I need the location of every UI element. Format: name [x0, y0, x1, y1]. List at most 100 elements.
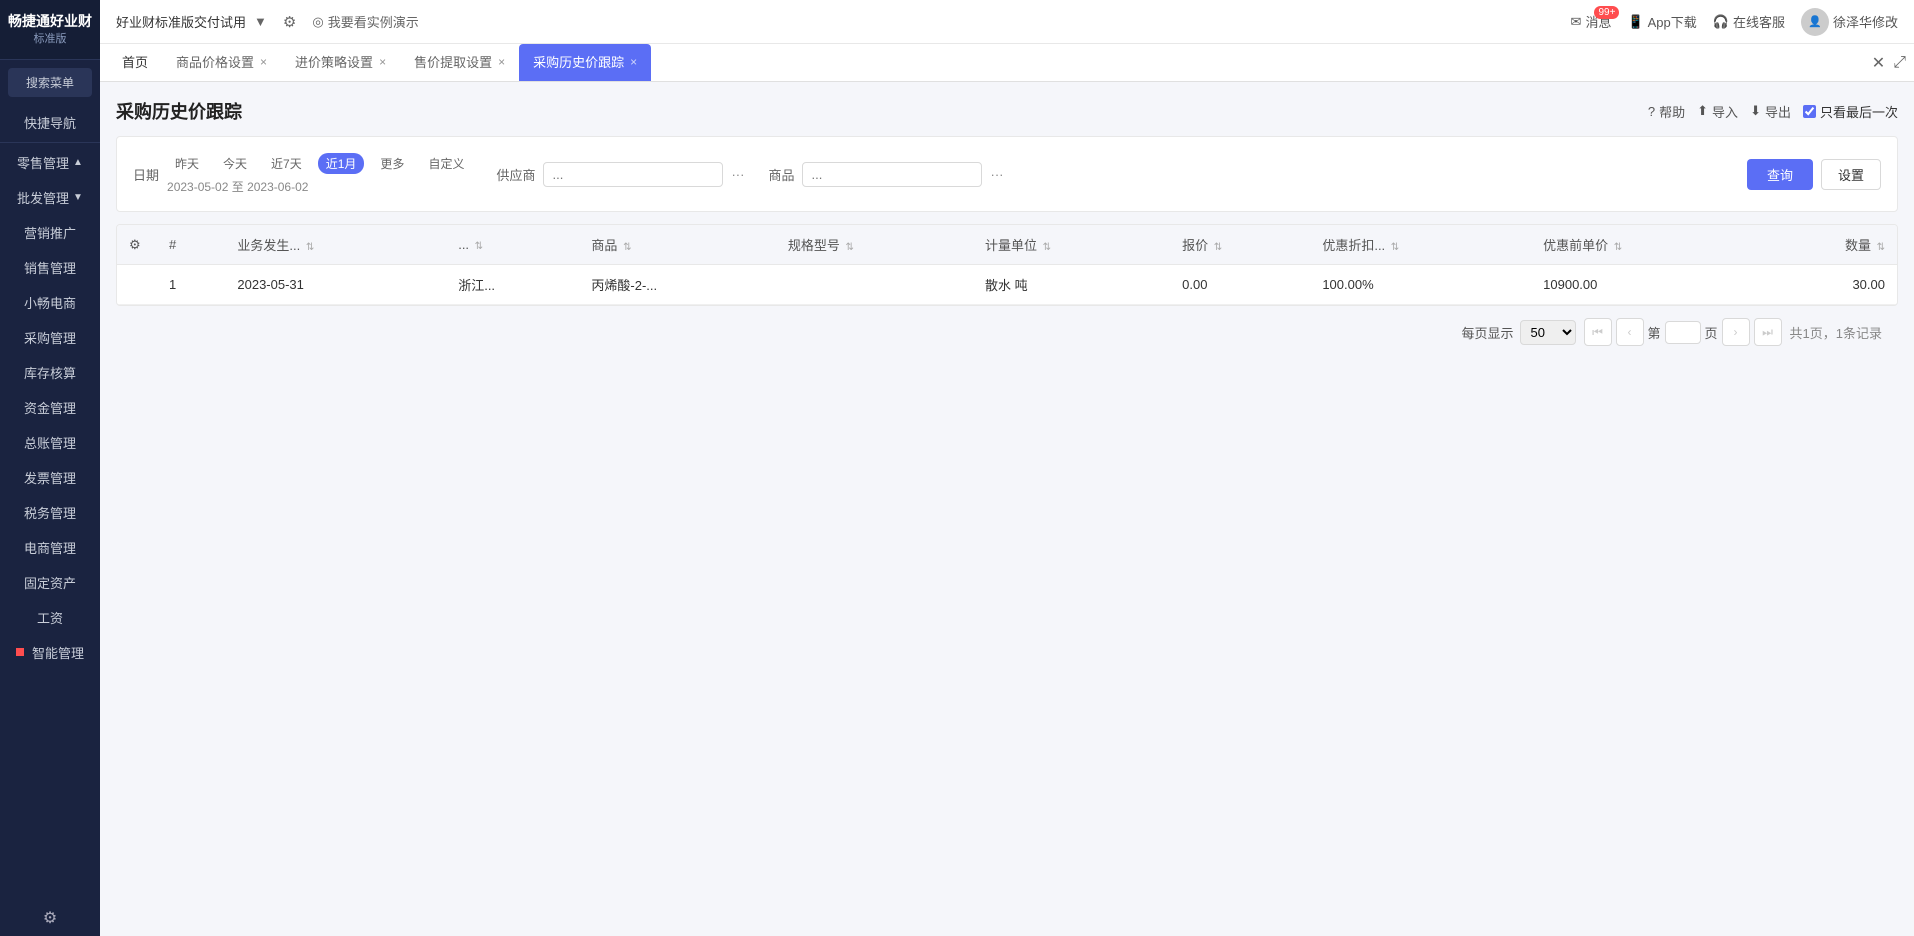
content-area: 采购历史价跟踪 ? 帮助 ⬆ 导入 ⬇ 导出 只看最后一次: [100, 82, 1914, 936]
sidebar-item-marketing[interactable]: 营销推广: [0, 215, 100, 250]
sidebar-item-ledger[interactable]: 总账管理: [0, 425, 100, 460]
import-button[interactable]: ⬆ 导入: [1697, 102, 1738, 121]
sort-pre-price-icon[interactable]: ⇅: [1614, 242, 1622, 253]
sort-date-icon[interactable]: ⇅: [306, 242, 314, 253]
app-download-label: App下载: [1648, 12, 1697, 31]
user-menu[interactable]: 👤 徐泽华修改: [1801, 8, 1898, 36]
date-buttons-row: 昨天 今天 近7天 近1月 更多 自定义: [167, 153, 472, 174]
sidebar-item-ec[interactable]: 电商管理: [0, 530, 100, 565]
message-button[interactable]: ✉ 消息 99+: [1571, 12, 1612, 31]
sidebar-item-retail[interactable]: 零售管理 ▲: [0, 145, 100, 180]
last-only-checkbox[interactable]: [1803, 105, 1816, 118]
sidebar-item-wholesale[interactable]: 批发管理 ▼: [0, 180, 100, 215]
th-more[interactable]: ... ⇅: [446, 225, 579, 265]
settings-icon[interactable]: ⚙: [43, 910, 57, 927]
sidebar-item-tax[interactable]: 税务管理: [0, 495, 100, 530]
first-page-button[interactable]: ⏮: [1584, 318, 1612, 346]
date-btn-more[interactable]: 更多: [372, 153, 412, 174]
search-menu-button[interactable]: 搜索菜单: [8, 68, 92, 97]
sidebar-item-purchase[interactable]: 采购管理: [0, 320, 100, 355]
th-date[interactable]: 业务发生... ⇅: [225, 225, 446, 265]
version-selector[interactable]: 好业财标准版交付试用 ▼: [116, 12, 267, 31]
tab-history-price-close-icon[interactable]: ×: [630, 55, 637, 69]
date-btn-last7[interactable]: 近7天: [263, 153, 310, 174]
th-settings[interactable]: ⚙: [117, 225, 157, 265]
help-icon: ?: [1648, 104, 1655, 119]
sidebar-item-smart[interactable]: 智能管理: [0, 635, 100, 670]
sort-unit-icon[interactable]: ⇅: [1043, 242, 1051, 253]
sales-label: 销售管理: [24, 258, 76, 277]
tab-close-all-icon[interactable]: ✕: [1872, 53, 1885, 73]
sort-quantity-icon[interactable]: ⇅: [1877, 242, 1885, 253]
export-button[interactable]: ⬇ 导出: [1750, 102, 1791, 121]
prev-page-button[interactable]: ‹: [1616, 318, 1644, 346]
sidebar-search-area[interactable]: 搜索菜单: [0, 60, 100, 105]
sort-price-icon[interactable]: ⇅: [1214, 242, 1222, 253]
sort-spec-icon[interactable]: ⇅: [846, 242, 854, 253]
supplier-more-icon[interactable]: ···: [731, 167, 744, 182]
sidebar-item-assets[interactable]: 固定资产: [0, 565, 100, 600]
app-logo: 畅捷通好业财 标准版: [0, 0, 100, 60]
page-unit: 页: [1705, 323, 1718, 342]
goods-input[interactable]: [802, 162, 982, 187]
next-page-button[interactable]: ›: [1722, 318, 1750, 346]
tab-sale-price[interactable]: 售价提取设置 ×: [400, 44, 519, 81]
sidebar-item-finance[interactable]: 资金管理: [0, 390, 100, 425]
ledger-label: 总账管理: [24, 433, 76, 452]
last-page-button[interactable]: ⏭: [1754, 318, 1782, 346]
tab-home[interactable]: 首页: [108, 44, 162, 81]
sort-more-icon[interactable]: ⇅: [475, 241, 483, 252]
tab-history-price-label: 采购历史价跟踪: [533, 52, 624, 71]
th-spec[interactable]: 规格型号 ⇅: [776, 225, 973, 265]
sidebar-item-quick-nav[interactable]: 快捷导航: [0, 105, 100, 140]
query-button[interactable]: 查询: [1747, 159, 1813, 190]
td-quantity: 30.00: [1757, 265, 1897, 305]
last-only-checkbox-label[interactable]: 只看最后一次: [1803, 102, 1898, 121]
th-quantity[interactable]: 数量 ⇅: [1757, 225, 1897, 265]
date-btn-custom[interactable]: 自定义: [420, 153, 472, 174]
th-discount[interactable]: 优惠折扣... ⇅: [1310, 225, 1531, 265]
invoice-label: 发票管理: [24, 468, 76, 487]
topbar-settings-icon[interactable]: ⚙: [283, 13, 296, 31]
tab-purchase-strategy[interactable]: 进价策略设置 ×: [281, 44, 400, 81]
inventory-label: 库存核算: [24, 363, 76, 382]
sidebar-item-inventory[interactable]: 库存核算: [0, 355, 100, 390]
tab-sale-price-close-icon[interactable]: ×: [498, 55, 505, 69]
page-title: 采购历史价跟踪: [116, 98, 242, 124]
sort-goods-icon[interactable]: ⇅: [623, 242, 631, 253]
page-input[interactable]: 1: [1665, 321, 1701, 344]
sort-discount-icon[interactable]: ⇅: [1391, 242, 1399, 253]
user-name: 徐泽华修改: [1833, 12, 1898, 31]
th-price[interactable]: 报价 ⇅: [1170, 225, 1310, 265]
sidebar-item-invoice[interactable]: 发票管理: [0, 460, 100, 495]
demo-link[interactable]: ◎ 我要看实例演示: [312, 12, 418, 31]
tab-purchase-strategy-close-icon[interactable]: ×: [379, 55, 386, 69]
supplier-input[interactable]: [543, 162, 723, 187]
th-goods[interactable]: 商品 ⇅: [579, 225, 775, 265]
sidebar-item-sales[interactable]: 销售管理: [0, 250, 100, 285]
date-btn-yesterday[interactable]: 昨天: [167, 153, 207, 174]
th-no: #: [157, 225, 225, 265]
ecommerce-label: 小畅电商: [24, 293, 76, 312]
help-button[interactable]: ? 帮助: [1648, 102, 1685, 121]
app-download-button[interactable]: 📱 App下载: [1627, 12, 1696, 31]
online-service-button[interactable]: 🎧 在线客服: [1713, 12, 1785, 31]
demo-text: 我要看实例演示: [328, 12, 419, 31]
sidebar-item-ecommerce[interactable]: 小畅电商: [0, 285, 100, 320]
th-pre-price[interactable]: 优惠前单价 ⇅: [1531, 225, 1757, 265]
sidebar-item-salary[interactable]: 工资: [0, 600, 100, 635]
settings-button[interactable]: 设置: [1821, 159, 1881, 190]
date-btn-today[interactable]: 今天: [215, 153, 255, 174]
tab-price[interactable]: 商品价格设置 ×: [162, 44, 281, 81]
version-dropdown-icon[interactable]: ▼: [254, 14, 267, 29]
page-actions: ? 帮助 ⬆ 导入 ⬇ 导出 只看最后一次: [1648, 102, 1898, 121]
date-btn-last1m[interactable]: 近1月: [318, 153, 365, 174]
per-page-select[interactable]: 10 20 50 100: [1520, 320, 1576, 345]
page-label: 第: [1648, 323, 1661, 342]
th-unit[interactable]: 计量单位 ⇅: [973, 225, 1170, 265]
tab-price-close-icon[interactable]: ×: [260, 55, 267, 69]
tab-expand-icon[interactable]: ⤢: [1893, 54, 1906, 72]
tab-history-price[interactable]: 采购历史价跟踪 ×: [519, 44, 651, 81]
tab-purchase-strategy-label: 进价策略设置: [295, 52, 373, 71]
goods-more-icon[interactable]: ···: [990, 167, 1003, 182]
